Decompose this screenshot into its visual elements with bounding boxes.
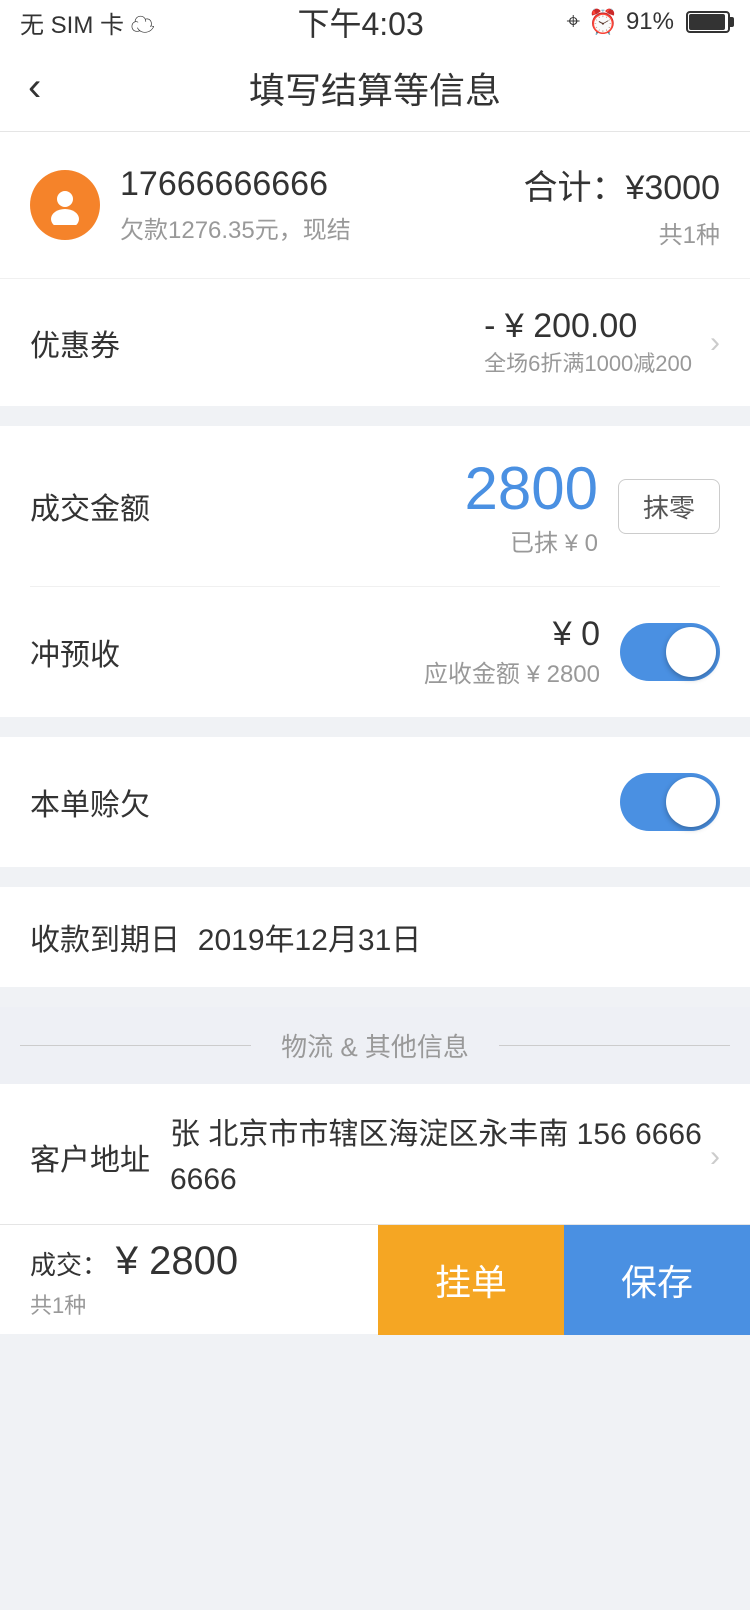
deal-amount-sub: 已抹 ¥ 0 (465, 523, 598, 558)
due-date-value: 2019年12月31日 (198, 924, 421, 957)
total-amount: 合计：¥3000 (523, 160, 720, 209)
status-left: 无 SIM 卡 ☁ (20, 5, 155, 40)
status-time: 下午4:03 (297, 0, 423, 45)
status-right: ⌖ ⏰ 91% (567, 8, 730, 37)
prepay-row: 冲预收 ¥ 0 应收金额 ¥ 2800 (30, 587, 720, 717)
main-content: 17666666666 欠款1276.35元，现结 合计：¥3000 共1种 优… (0, 132, 750, 1610)
prepay-amount: ¥ 0 (424, 615, 600, 654)
bottom-deal-label: 成交： (30, 1250, 108, 1280)
bottom-bar: 成交： ¥ 2800 共1种 挂单 保存 (0, 1224, 750, 1334)
status-bar: 无 SIM 卡 ☁ 下午4:03 ⌖ ⏰ 91% (0, 0, 750, 44)
prepay-sub: 应收金额 ¥ 2800 (424, 654, 600, 689)
bottom-amount: ¥ 2800 (116, 1239, 238, 1283)
no-sim-text: 无 SIM 卡 ☁ (20, 5, 155, 40)
divider-line-right (499, 1045, 730, 1046)
divider-text: 物流 & 其他信息 (271, 1027, 479, 1064)
deal-section: 成交金额 2800 已抹 ¥ 0 抹零 冲预收 ¥ 0 应收金额 ¥ 2800 (0, 426, 750, 717)
address-value: 张 北京市市辖区海淀区永丰南 156 6666 6666 (170, 1112, 702, 1202)
divider-line-left (20, 1045, 251, 1046)
bottom-count: 共1种 (30, 1288, 348, 1320)
deal-amount-label: 成交金额 (30, 484, 150, 528)
address-chevron-icon: › (710, 1140, 720, 1174)
prepay-label: 冲预收 (30, 630, 120, 674)
deal-amount-row: 成交金额 2800 已抹 ¥ 0 抹零 (30, 426, 720, 587)
due-date-label: 收款到期日 (30, 924, 180, 957)
alarm-icon: ⏰ (588, 8, 618, 37)
deal-amount-value: 2800 (465, 454, 598, 523)
credit-row: 本单赊欠 (30, 737, 720, 867)
battery-icon (686, 11, 730, 33)
battery-percent: 91% (626, 8, 674, 36)
hang-order-button[interactable]: 挂单 (378, 1225, 564, 1335)
avatar (30, 170, 100, 240)
credit-label: 本单赊欠 (30, 780, 150, 824)
coupon-chevron-icon: › (710, 326, 720, 360)
back-button[interactable]: ‹ (28, 65, 41, 110)
prepay-toggle[interactable] (620, 623, 720, 681)
page-title: 填写结算等信息 (249, 62, 501, 114)
round-zero-button[interactable]: 抹零 (618, 479, 720, 534)
customer-card: 17666666666 欠款1276.35元，现结 合计：¥3000 共1种 优… (0, 132, 750, 406)
credit-toggle[interactable] (620, 773, 720, 831)
nav-bar: ‹ 填写结算等信息 (0, 44, 750, 132)
logistics-divider: 物流 & 其他信息 (0, 1007, 750, 1084)
customer-row: 17666666666 欠款1276.35元，现结 合计：¥3000 共1种 (0, 132, 750, 278)
coupon-row[interactable]: 优惠券 - ¥ 200.00 全场6折满1000减200 › (0, 278, 750, 406)
address-section[interactable]: 客户地址 张 北京市市辖区海淀区永丰南 156 6666 6666 › (0, 1084, 750, 1230)
coupon-desc: 全场6折满1000减200 (484, 346, 692, 378)
bottom-summary: 成交： ¥ 2800 共1种 (0, 1239, 378, 1320)
customer-debt: 欠款1276.35元，现结 (120, 210, 351, 245)
address-label: 客户地址 (30, 1135, 150, 1179)
location-icon: ⌖ (567, 8, 581, 36)
coupon-discount: - ¥ 200.00 (484, 307, 692, 346)
save-button[interactable]: 保存 (564, 1225, 750, 1335)
credit-section: 本单赊欠 (0, 737, 750, 867)
total-count: 共1种 (523, 215, 720, 250)
due-date-section: 收款到期日 2019年12月31日 (0, 887, 750, 987)
coupon-label: 优惠券 (30, 321, 120, 365)
customer-phone: 17666666666 (120, 165, 351, 204)
